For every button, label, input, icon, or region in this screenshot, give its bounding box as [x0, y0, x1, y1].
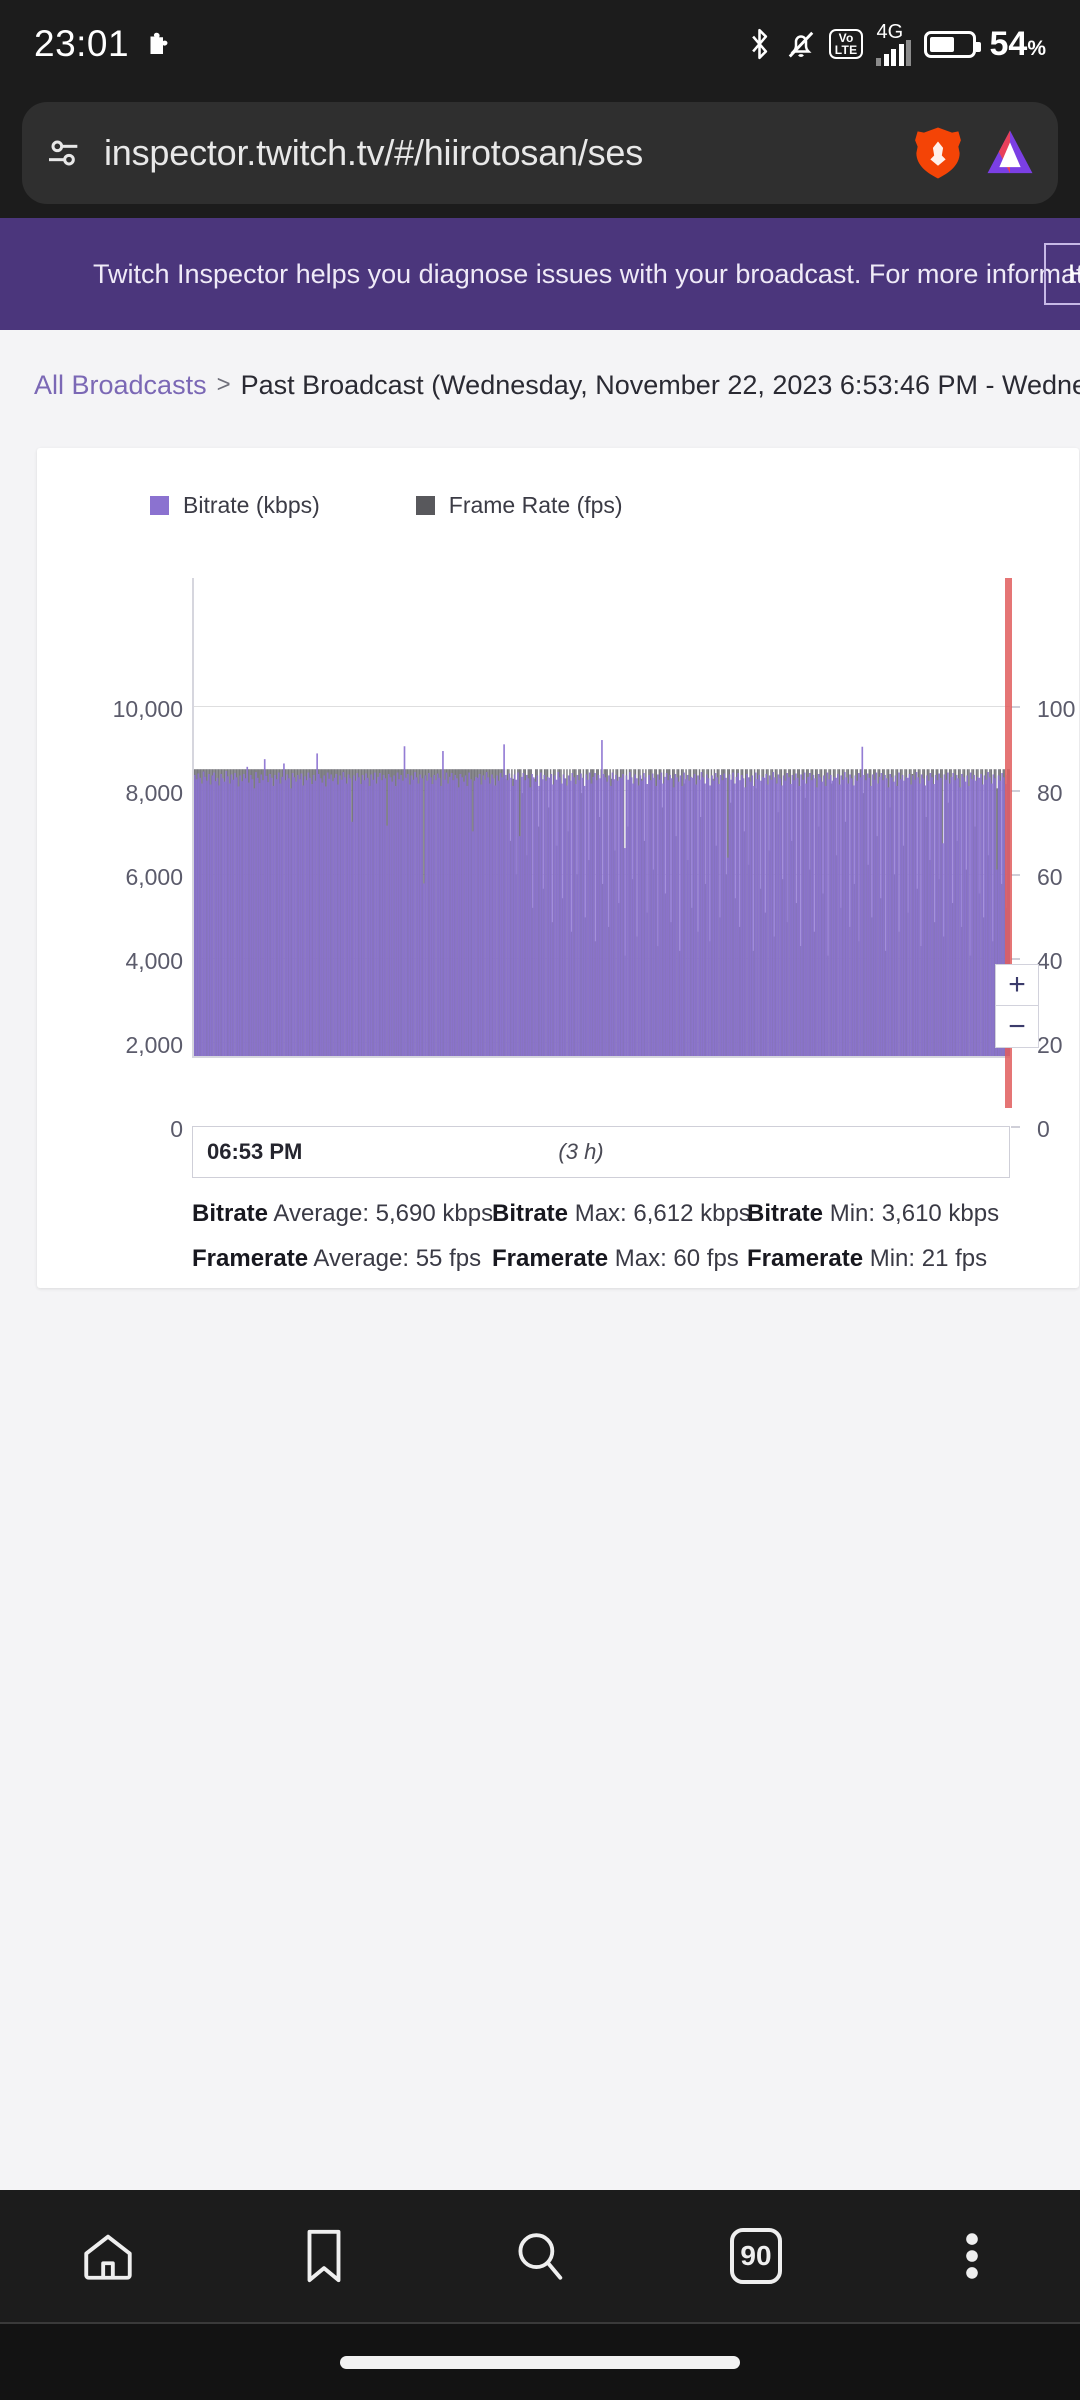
broadcast-chart-card: Bitrate (kbps) Frame Rate (fps) 10,000 8… [37, 448, 1079, 1288]
stat-bitrate-average: Bitrate Average: 5,690 kbps [192, 1200, 494, 1227]
y-axis-right-label-5: 100 [1037, 696, 1076, 722]
tab-count-label: 90 [730, 2228, 782, 2284]
chart-zoom-out-button[interactable]: − [996, 1006, 1038, 1047]
y-axis-left-label-0: 0 [170, 1116, 183, 1142]
range-duration: (3 h) [558, 1139, 604, 1164]
breadcrumb-all-broadcasts-link[interactable]: All Broadcasts [34, 370, 207, 401]
browser-toolbar: inspector.twitch.tv/#/hiirotosan/ses [0, 88, 1080, 218]
legend-swatch-framerate [415, 496, 435, 515]
chart-plot-area[interactable] [192, 578, 1010, 1058]
phone-screen: 23:01 Vo LTE 4G 54% inspector.twitch.tv/… [0, 0, 1080, 2400]
status-bar-left: 23:01 [34, 23, 173, 65]
brave-lion-shield-icon[interactable] [912, 125, 964, 181]
y-axis-left-label-4: 8,000 [125, 780, 183, 806]
y-axis-right-tick-0 [1011, 1126, 1020, 1128]
system-gesture-area [0, 2322, 1080, 2400]
breadcrumb-current: Past Broadcast (Wednesday, November 22, … [240, 369, 1080, 400]
y-axis-left-label-1: 2,000 [125, 1032, 183, 1058]
nav-bookmarks-button[interactable] [264, 2206, 384, 2306]
legend-item-bitrate[interactable]: Bitrate (kbps) [150, 492, 320, 519]
stat-framerate-min: Framerate Min: 21 fps [747, 1245, 988, 1272]
legend-item-framerate[interactable]: Frame Rate (fps) [415, 492, 623, 519]
y-axis-right-tick-4 [1011, 790, 1020, 792]
puzzle-icon [143, 29, 173, 59]
chart-zoom-in-button[interactable]: + [996, 965, 1038, 1006]
legend-label-framerate: Frame Rate (fps) [448, 492, 623, 518]
bluetooth-icon [746, 27, 773, 61]
signal-bars [876, 40, 912, 66]
chart-zoom-controls[interactable]: + − [995, 964, 1039, 1048]
stat-bitrate-max: Bitrate Max: 6,612 kbps [492, 1200, 751, 1227]
y-axis-right-label-3: 60 [1037, 864, 1063, 890]
url-text[interactable]: inspector.twitch.tv/#/hiirotosan/ses [104, 132, 892, 174]
info-banner: Twitch Inspector helps you diagnose issu… [0, 218, 1080, 330]
brave-bat-triangle-icon[interactable] [984, 126, 1036, 180]
battery-icon [924, 30, 982, 58]
stat-bitrate-min: Bitrate Min: 3,610 kbps [747, 1200, 1000, 1227]
breadcrumb: All Broadcasts > Past Broadcast (Wednesd… [0, 355, 1080, 415]
status-bar: 23:01 Vo LTE 4G 54% [0, 0, 1080, 88]
address-bar[interactable]: inspector.twitch.tv/#/hiirotosan/ses [22, 102, 1058, 204]
legend-label-bitrate: Bitrate (kbps) [183, 492, 320, 518]
4g-signal-icon: 4G [876, 22, 912, 66]
volte-icon: Vo LTE [828, 28, 864, 60]
range-start-time: 06:53 PM [207, 1139, 303, 1164]
status-bar-right: Vo LTE 4G 54% [746, 22, 1046, 66]
battery-percent: 54% [989, 24, 1046, 63]
info-banner-text: Twitch Inspector helps you diagnose issu… [93, 258, 1080, 289]
gesture-handle[interactable] [340, 2355, 740, 2369]
y-axis-right-tick-3 [1011, 874, 1020, 876]
bell-muted-icon [786, 27, 816, 61]
stats-row-bitrate: Bitrate Average: 5,690 kbps Bitrate Max:… [192, 1200, 1022, 1228]
y-axis-right-tick-2 [1011, 958, 1020, 960]
time-range-selector[interactable]: 06:53 PM (3 h) [192, 1126, 1010, 1178]
stats-row-framerate: Framerate Average: 55 fps Framerate Max:… [192, 1245, 1022, 1273]
nav-search-button[interactable] [480, 2206, 600, 2306]
y-axis-left-label-2: 4,000 [125, 948, 183, 974]
info-banner-button[interactable]: Help [1044, 243, 1080, 305]
status-bar-clock: 23:01 [34, 23, 130, 64]
broadcast-stats: Bitrate Average: 5,690 kbps Bitrate Max:… [192, 1200, 1022, 1290]
chart-legend: Bitrate (kbps) Frame Rate (fps) [150, 492, 623, 519]
legend-swatch-bitrate [150, 496, 169, 515]
y-axis-right-tick-5 [1011, 706, 1020, 708]
y-axis-right-label-1: 20 [1037, 1032, 1063, 1058]
y-axis-left-label-5: 10,000 [112, 696, 183, 722]
nav-menu-button[interactable] [912, 2206, 1032, 2306]
browser-bottom-nav: 90 [0, 2190, 1080, 2322]
bitrate-series [194, 740, 1010, 1056]
breadcrumb-separator: > [216, 371, 231, 398]
stat-framerate-max: Framerate Max: 60 fps [492, 1245, 739, 1272]
y-axis-right-label-2: 40 [1037, 948, 1063, 974]
page-settings-icon[interactable] [44, 133, 84, 173]
nav-home-button[interactable] [48, 2206, 168, 2306]
y-axis-right-label-4: 80 [1037, 780, 1063, 806]
bitrate-framerate-chart[interactable]: 10,000 8,000 6,000 4,000 2,000 0 100 80 … [37, 528, 1079, 1142]
nav-tab-switcher-button[interactable]: 90 [696, 2206, 816, 2306]
stat-framerate-average: Framerate Average: 55 fps [192, 1245, 482, 1272]
y-axis-left-label-3: 6,000 [125, 864, 183, 890]
y-axis-right-label-0: 0 [1037, 1116, 1050, 1142]
